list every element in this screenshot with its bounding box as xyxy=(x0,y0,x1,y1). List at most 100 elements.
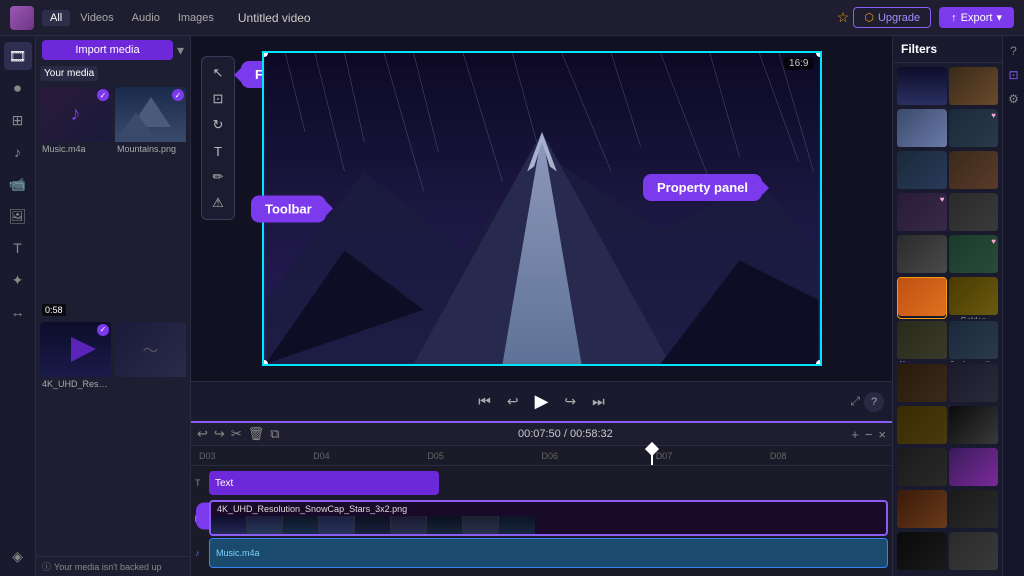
play-button[interactable]: ▶ xyxy=(535,391,549,412)
import-media-button[interactable]: Import media xyxy=(42,40,173,60)
media-item[interactable]: ✓ Mountains.png xyxy=(115,87,186,318)
delete-button[interactable]: 🗑 xyxy=(248,426,265,442)
text-clip[interactable]: Text xyxy=(209,471,439,495)
undo-button[interactable]: ↩ xyxy=(197,426,208,442)
media-tab-your[interactable]: Your media xyxy=(40,66,98,81)
crop-tool[interactable]: ⊡ xyxy=(206,87,230,111)
skip-forward-button[interactable]: ⏭ xyxy=(592,393,605,410)
video-clip-label: 4K_UHD_Resolution_SnowCap_Stars_3x2.png xyxy=(217,504,407,514)
zoom-in-button[interactable]: × xyxy=(878,427,886,442)
video-track-content[interactable]: 4K_UHD_Resolution_SnowCap_Stars_3x2.png xyxy=(209,500,888,536)
sidebar-item-record[interactable]: ⏺ xyxy=(4,74,32,102)
media-item-name: Mountains.png xyxy=(115,142,186,156)
media-panel-header: Import media ▾ xyxy=(36,36,190,64)
redo-button[interactable]: ↪ xyxy=(214,426,225,442)
help-button[interactable]: ? xyxy=(864,392,884,412)
media-checkmark: ✓ xyxy=(97,89,109,101)
filter-name: Pastel dreams xyxy=(897,147,947,149)
filter-thumbnail xyxy=(949,532,999,570)
filter-thumbnail xyxy=(897,235,947,273)
media-item[interactable]: 〜 xyxy=(115,322,186,553)
filter-item[interactable]: Black & white 1 xyxy=(897,532,947,572)
filter-item[interactable]: Golden xyxy=(949,277,999,319)
filter-item[interactable]: Cool coastline xyxy=(949,321,999,361)
text-track-content[interactable]: Text xyxy=(209,471,888,495)
tab-videos[interactable]: Videos xyxy=(72,10,121,26)
duplicate-button[interactable]: ⧉ xyxy=(270,426,279,442)
sidebar-item-graphics[interactable]: ✦ xyxy=(4,266,32,294)
filter-item[interactable]: Warm coastline xyxy=(897,321,947,361)
filter-item[interactable]: Old Western xyxy=(897,364,947,404)
media-item[interactable]: ✓ 4K_UHD_Resolutio... xyxy=(40,322,111,553)
chevron-down-icon: ▾ xyxy=(996,11,1002,24)
sidebar-item-templates[interactable]: ⊞ xyxy=(4,106,32,134)
fullscreen-button[interactable]: ⤢ xyxy=(850,394,860,409)
paint-tool[interactable]: ✏ xyxy=(206,165,230,189)
filter-panel-icon[interactable]: ⊡ xyxy=(1005,66,1023,84)
filter-thumbnail xyxy=(949,321,999,359)
filter-name: Golden xyxy=(949,315,999,319)
upgrade-button[interactable]: ⬡ Upgrade xyxy=(853,7,931,28)
media-tabs: Your media xyxy=(36,64,190,83)
export-button[interactable]: ↑ Export ▾ xyxy=(939,7,1014,28)
zoom-out-button[interactable]: − xyxy=(865,427,873,442)
frame-forward-button[interactable]: ↪ xyxy=(564,393,576,410)
music-note-icon: ♪ xyxy=(71,103,81,126)
cut-button[interactable]: ✂ xyxy=(231,426,242,442)
audio-track-content[interactable]: Music.m4a xyxy=(209,538,888,568)
add-track-button[interactable]: + xyxy=(851,427,859,442)
import-expand-icon[interactable]: ▾ xyxy=(177,42,184,59)
filter-item[interactable]: Winter xyxy=(949,364,999,404)
video-track-icon: ▶ xyxy=(195,513,205,524)
filter-item[interactable]: 35mm xyxy=(897,448,947,488)
timeline-playhead[interactable] xyxy=(651,446,653,465)
filter-starred-icon: ♥ xyxy=(940,195,945,204)
sidebar-item-stock-video[interactable]: 📹 xyxy=(4,170,32,198)
filter-name: Warm countryside xyxy=(949,105,999,107)
filter-name: Black & white 1 xyxy=(897,570,947,572)
filter-item[interactable]: Black & white 2 xyxy=(949,490,999,530)
filter-item[interactable]: Sunrise xyxy=(949,151,999,191)
media-duration: 0:58 xyxy=(42,304,66,316)
filter-item[interactable]: Cool tone xyxy=(897,151,947,191)
tab-images[interactable]: Images xyxy=(170,10,222,26)
skip-back-button[interactable]: ⏮ xyxy=(478,393,491,410)
star-tool[interactable]: ⚠ xyxy=(206,191,230,215)
media-item[interactable]: ♪ 0:58 ✓ Music.m4a xyxy=(40,87,111,318)
sidebar-item-brand[interactable]: ◈ xyxy=(4,542,32,570)
frame-back-button[interactable]: ↩ xyxy=(507,393,519,410)
help-icon[interactable]: ? xyxy=(1005,42,1023,60)
filter-item[interactable]: Muted B&W xyxy=(949,193,999,233)
sidebar-item-media[interactable]: 🎞 xyxy=(4,42,32,70)
sidebar-item-stock-images[interactable]: 🖼 xyxy=(4,202,32,230)
rotate-tool[interactable]: ↻ xyxy=(206,113,230,137)
corner-handle-bl[interactable] xyxy=(262,360,268,366)
filter-item[interactable]: Euphoric xyxy=(949,448,999,488)
filter-item[interactable]: Muted xyxy=(949,532,999,572)
sidebar-item-transitions[interactable]: ↔ xyxy=(4,298,32,326)
filter-item[interactable]: ♥ Dreamscape xyxy=(897,193,947,233)
filter-item[interactable]: Pastel dreams xyxy=(897,109,947,149)
filter-item[interactable]: Deep fried xyxy=(897,277,947,319)
sidebar-item-music[interactable]: ♪ xyxy=(4,138,32,166)
filter-item[interactable]: Fall xyxy=(897,406,947,446)
filter-item[interactable]: Warm countryside xyxy=(949,67,999,107)
filter-item[interactable]: Warm tone film xyxy=(897,490,947,530)
top-bar: All Videos Audio Images Untitled video ☆… xyxy=(0,0,1024,36)
adjust-icon[interactable]: ⚙ xyxy=(1005,90,1023,108)
filter-name: Dreamscape xyxy=(897,231,947,233)
filter-item[interactable]: ♥Cool countryside xyxy=(949,235,999,275)
corner-handle-br[interactable] xyxy=(816,360,822,366)
filter-item[interactable]: Unfiltered xyxy=(897,67,947,107)
preview-canvas[interactable]: 16:9 xyxy=(262,51,822,366)
cursor-tool[interactable]: ↖ xyxy=(206,61,230,85)
text-tool[interactable]: T xyxy=(206,139,230,163)
sidebar-item-text[interactable]: T xyxy=(4,234,32,262)
filter-item[interactable]: ♥Winter sunset xyxy=(949,109,999,149)
filter-item[interactable]: Soft B&W xyxy=(897,235,947,275)
filter-item[interactable]: Contrast xyxy=(949,406,999,446)
filter-name: Deep fried xyxy=(898,316,946,319)
tab-audio[interactable]: Audio xyxy=(124,10,168,26)
filter-thumbnail xyxy=(898,278,946,316)
tab-all[interactable]: All xyxy=(42,10,70,26)
